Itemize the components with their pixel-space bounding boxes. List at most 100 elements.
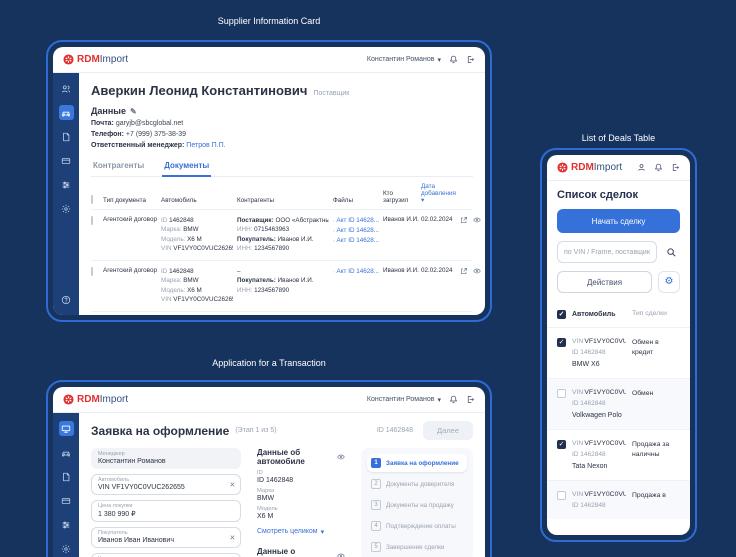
supplier-card: RDMImport Константин Романов ▾ Аверкин Л… <box>46 40 492 322</box>
data-section-title: Данные <box>91 106 126 116</box>
rdm-logo[interactable]: RDMImport <box>63 54 128 65</box>
step-payment-confirmation[interactable]: 4 Подтверждение оплаты <box>367 517 467 535</box>
export-icon[interactable] <box>460 216 468 224</box>
sidebar-item-filters[interactable] <box>59 177 74 192</box>
logout-icon[interactable] <box>466 55 475 64</box>
sidebar-item-settings[interactable] <box>59 201 74 216</box>
col-counterparties[interactable]: Контрагенты <box>237 197 333 204</box>
col-date-sort[interactable]: Дата добавления ▾ <box>421 183 457 204</box>
view-icon[interactable] <box>473 216 481 224</box>
actions-button[interactable]: Действия <box>557 271 652 293</box>
col-doc-type[interactable]: Тип документа <box>103 197 161 204</box>
sidebar-item-payments[interactable] <box>59 493 74 508</box>
buyer-field[interactable]: Покупатель Иванов Иван Иванович × <box>91 527 241 548</box>
doc-type: Агентский договор <box>103 266 157 274</box>
file-link[interactable]: Акт ID 14628... <box>333 236 379 246</box>
sidebar-item-dashboard[interactable] <box>58 421 74 436</box>
start-deal-button[interactable]: Начать сделку <box>557 209 680 233</box>
purchase-price-field[interactable]: Цена покупки 1 380 990 ₽ <box>91 500 241 522</box>
chevron-down-icon: ▾ <box>437 396 441 404</box>
paperclip-icon <box>333 230 335 232</box>
deal-checkbox[interactable] <box>557 491 566 501</box>
view-full-link[interactable]: Смотреть целиком ▾ <box>257 528 324 536</box>
export-icon[interactable] <box>460 267 468 275</box>
buyer-counterparty-field[interactable]: Контрагент покупателя ИП «Абстрактный» × <box>91 553 241 557</box>
step-application[interactable]: 1 Заявка на оформление <box>367 454 467 472</box>
deal-row[interactable]: VINVF1VY0C0VUC262655 ID 1462848 Продажа … <box>547 480 690 520</box>
gear-icon[interactable]: ⚙ <box>658 271 680 293</box>
application-card: RDMImport Константин Романов ▾ Заявка на… <box>46 380 492 557</box>
edit-icon[interactable]: ✎ <box>130 107 137 116</box>
sidebar-item-clients[interactable] <box>59 81 74 96</box>
tab-counterparties[interactable]: Контрагенты <box>91 158 146 176</box>
search-input[interactable] <box>557 241 657 263</box>
deal-row[interactable]: VINVF1VY0C0VUC262655 ID 1462848 Volkwage… <box>547 378 690 430</box>
user-menu[interactable]: Константин Романов ▾ <box>367 396 441 404</box>
deal-row[interactable]: ✓ VINVF1VY0C0VUC262655 ID 1462848 BMW X6… <box>547 327 690 378</box>
car-field[interactable]: Автомобиль VIN VF1VY0C0VUC262655 × <box>91 474 241 495</box>
deal-checkbox[interactable]: ✓ <box>557 440 566 450</box>
tab-documents[interactable]: Документы <box>162 158 212 177</box>
deal-checkbox[interactable] <box>557 389 566 399</box>
col-uploader[interactable]: Кто загрузил <box>383 190 421 204</box>
car-model: Модель X6 M <box>257 506 278 520</box>
bell-icon[interactable] <box>654 163 663 172</box>
row-checkbox[interactable] <box>91 266 93 276</box>
user-menu[interactable]: Константин Романов ▾ <box>367 56 441 64</box>
page-title: Аверкин Леонид Константинович <box>91 83 308 98</box>
rdm-logo[interactable]: RDMImport <box>63 394 128 405</box>
user-icon[interactable] <box>637 163 646 172</box>
clear-icon[interactable]: × <box>230 533 235 542</box>
manager-line: Ответственный менеджер: Петров П.П. <box>91 142 226 149</box>
view-icon[interactable] <box>473 267 481 275</box>
col-car: Автомобиль <box>572 310 616 318</box>
next-button[interactable]: Далее <box>423 421 473 440</box>
brand-icon <box>63 54 74 65</box>
sidebar-item-settings[interactable] <box>59 541 74 556</box>
sort-icon: ▾ <box>421 197 425 204</box>
eye-icon[interactable] <box>337 552 345 557</box>
paperclip-icon <box>333 271 335 273</box>
col-files[interactable]: Файлы <box>333 197 383 204</box>
file-link[interactable]: Акт ID 14628... <box>333 216 379 226</box>
step-sale-docs[interactable]: 3 Документы на продажу <box>367 496 467 514</box>
select-all-checkbox[interactable]: ✓ <box>557 309 566 319</box>
help-icon[interactable] <box>59 292 74 307</box>
sidebar-item-filters[interactable] <box>59 517 74 532</box>
sidebar-item-documents[interactable] <box>59 469 74 484</box>
form-fields: Менеджер Константин Романов Автомобиль V… <box>91 448 241 557</box>
file-link[interactable]: Акт ID 14628... <box>333 267 379 277</box>
user-name: Константин Романов <box>366 56 435 63</box>
sidebar-item-suppliers[interactable] <box>58 105 74 120</box>
brand-rdm: RDM <box>77 394 100 405</box>
sidebar-item-deals[interactable] <box>59 445 74 460</box>
brand-import: Import <box>99 54 129 65</box>
deal-checkbox[interactable]: ✓ <box>557 338 566 348</box>
manager-link[interactable]: Петров П.П. <box>186 142 225 149</box>
file-link[interactable]: Акт ID 14628... <box>333 226 379 236</box>
caption-application: Application for a Transaction <box>212 358 326 368</box>
sidebar-item-payments[interactable] <box>59 153 74 168</box>
deal-type: Продажа за наличны <box>632 441 670 459</box>
bell-icon[interactable] <box>449 55 458 64</box>
deal-row[interactable]: ✓ VINVF1VY0C0VUC262655 ID 1462848 Tata N… <box>547 429 690 480</box>
clear-icon[interactable]: × <box>230 480 235 489</box>
sidebar-item-documents[interactable] <box>59 129 74 144</box>
bell-icon[interactable] <box>449 395 458 404</box>
col-car[interactable]: Автомобиль <box>161 197 237 204</box>
select-all-checkbox[interactable] <box>91 195 93 204</box>
brand-import: Import <box>593 162 623 173</box>
search-icon[interactable] <box>662 243 680 261</box>
rdm-logo[interactable]: RDMImport <box>557 162 622 173</box>
page-title: Заявка на оформление <box>91 423 230 438</box>
step-deal-completion[interactable]: 5 Завершение сделки <box>367 538 467 556</box>
car-brand: Марка BMW <box>257 488 275 502</box>
step-principal-docs[interactable]: 2 Документы доверителя <box>367 475 467 493</box>
tabs: Контрагенты Документы <box>91 158 473 177</box>
logout-icon[interactable] <box>466 395 475 404</box>
row-checkbox[interactable] <box>91 216 93 225</box>
user-name: Константин Романов <box>366 396 435 403</box>
chevron-down-icon: ▾ <box>320 528 325 536</box>
logout-icon[interactable] <box>671 163 680 172</box>
eye-icon[interactable] <box>337 453 345 461</box>
